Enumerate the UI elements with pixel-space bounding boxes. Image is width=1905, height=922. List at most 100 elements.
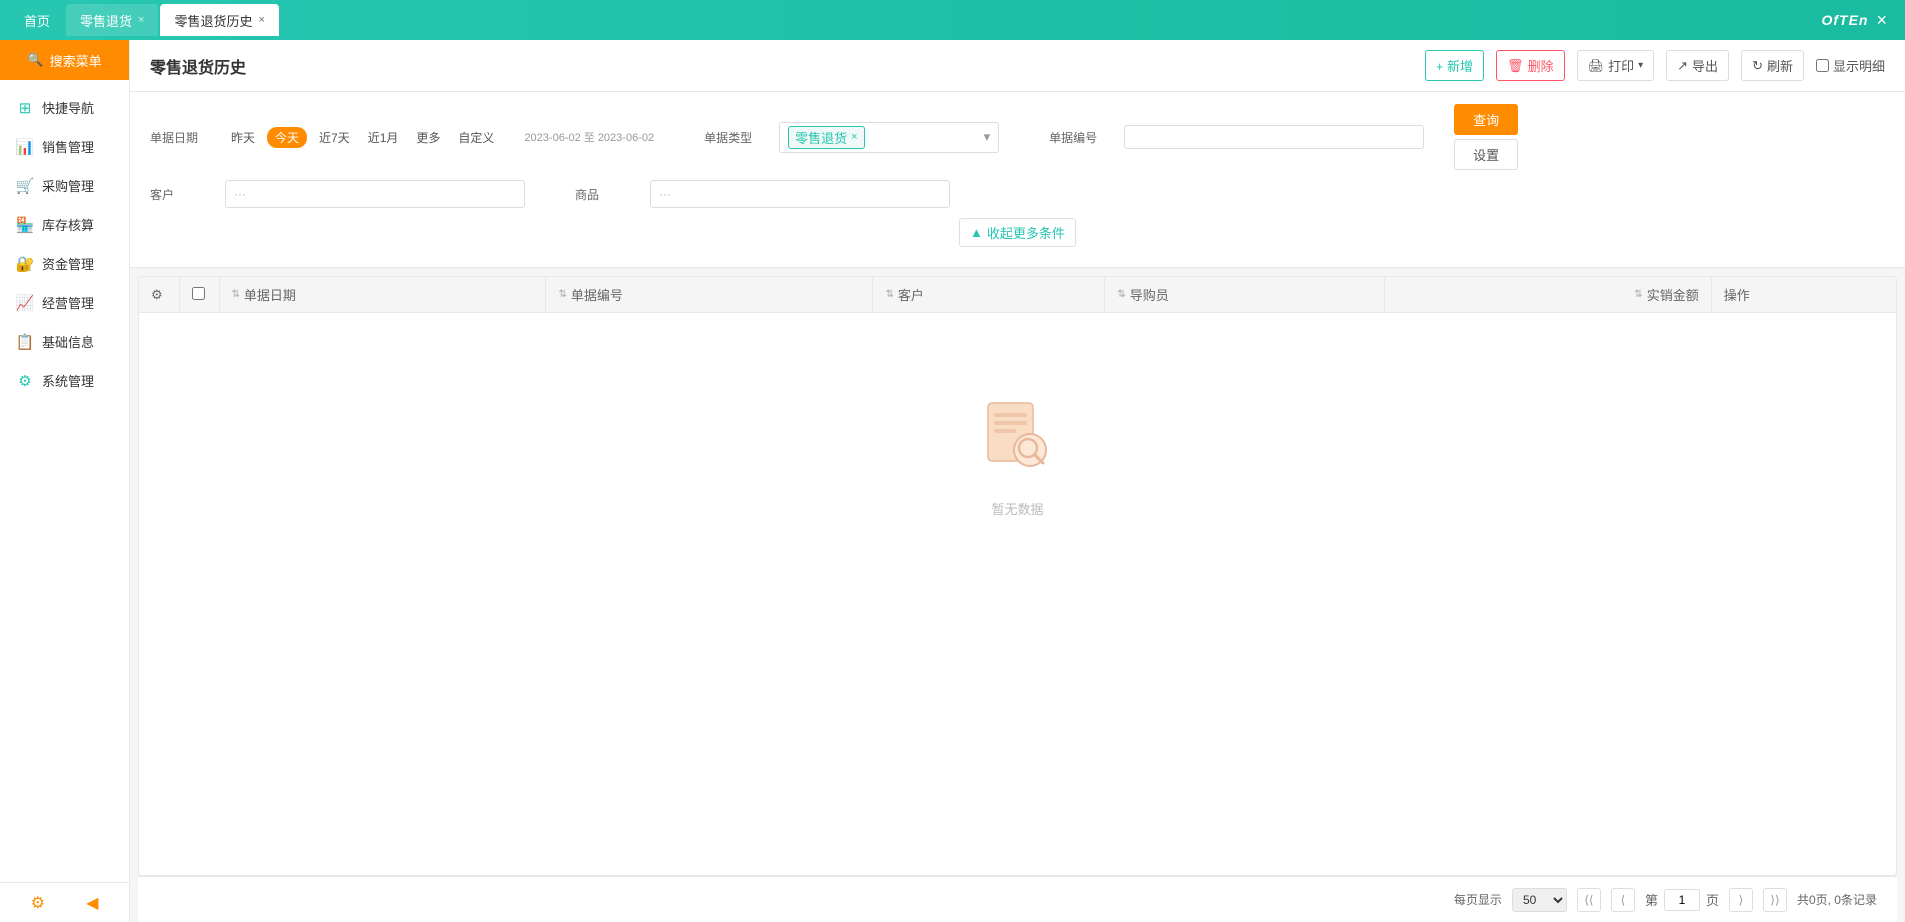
system-mgmt-icon: ⚙: [16, 372, 34, 390]
tab-retail-return[interactable]: 零售退货 ×: [66, 4, 158, 36]
sidebar-search-label: 搜索菜单: [50, 51, 102, 70]
export-button-label: 导出: [1692, 56, 1718, 75]
delete-button-label: 删除: [1528, 56, 1554, 75]
col-customer[interactable]: ⇅ 客户: [873, 277, 1105, 313]
show-detail-checkbox-label[interactable]: 显示明细: [1816, 56, 1885, 75]
new-button[interactable]: + 新增: [1425, 50, 1484, 81]
sidebar-item-basic-info[interactable]: 📋 基础信息: [0, 322, 129, 361]
filter-area: 单据日期 昨天 今天 近7天 近1月 更多 自定义 2023-06-02 至 2…: [130, 92, 1905, 268]
page-prev-button[interactable]: ⟨: [1611, 888, 1635, 912]
col-amount-sort-icon: ⇅: [1634, 289, 1642, 300]
show-detail-checkbox[interactable]: [1816, 59, 1829, 72]
table-wrapper: ⚙ ⇅ 单据日期 ⇅: [138, 276, 1897, 876]
empty-state: 暂无数据: [139, 313, 1896, 598]
col-amount[interactable]: ⇅ 实销金额: [1384, 277, 1711, 313]
inventory-calc-icon: 🏪: [16, 216, 34, 234]
sidebar-item-label: 经营管理: [42, 293, 94, 312]
tab-home[interactable]: 首页: [10, 4, 64, 36]
refresh-button-label: 刷新: [1767, 56, 1793, 75]
operations-mgmt-icon: 📈: [16, 294, 34, 312]
sidebar-item-label: 基础信息: [42, 332, 94, 351]
empty-state-text: 暂无数据: [991, 499, 1043, 518]
query-button[interactable]: 查询: [1454, 104, 1518, 135]
page-number-input[interactable]: [1664, 889, 1700, 911]
bill-type-tag: 零售退货 ×: [788, 126, 864, 149]
empty-state-cell: 暂无数据: [139, 313, 1896, 599]
col-settings[interactable]: ⚙: [139, 277, 179, 313]
settings-button[interactable]: 设置: [1454, 139, 1518, 170]
brand-label: OfTEn: [1821, 12, 1868, 28]
settings-button-label: 设置: [1473, 145, 1499, 164]
tab-retail-return-close[interactable]: ×: [138, 14, 144, 26]
settings-col-icon: ⚙: [151, 287, 163, 302]
sidebar-item-sales-mgmt[interactable]: 📊 销售管理: [0, 127, 129, 166]
date-opt-7days[interactable]: 近7天: [313, 127, 356, 148]
date-opt-1month[interactable]: 近1月: [362, 127, 405, 148]
show-detail-label: 显示明细: [1833, 56, 1885, 75]
page-next-button[interactable]: ⟩: [1729, 888, 1753, 912]
page-size-select[interactable]: 50 10 20 100: [1512, 888, 1567, 912]
col-bill-no[interactable]: ⇅ 单据编号: [546, 277, 873, 313]
bill-type-tag-close[interactable]: ×: [851, 131, 857, 143]
tab-retail-return-history-close[interactable]: ×: [258, 14, 264, 26]
basic-info-icon: 📋: [16, 333, 34, 351]
collapse-sidebar-icon[interactable]: ◀: [86, 893, 98, 913]
bill-no-label: 单据编号: [1049, 129, 1104, 146]
sidebar-menu: ⊞ 快捷导航 📊 销售管理 🛒 采购管理 🏪 库存核算 🔐 资金管理 📈: [0, 80, 129, 882]
date-filter-label: 单据日期: [150, 129, 205, 146]
sidebar-item-label: 资金管理: [42, 254, 94, 273]
sidebar-item-quick-nav[interactable]: ⊞ 快捷导航: [0, 88, 129, 127]
page-size-label: 每页显示: [1454, 891, 1502, 908]
sidebar-item-label: 系统管理: [42, 371, 94, 390]
refresh-icon: ↻: [1752, 58, 1763, 74]
sidebar-item-operations-mgmt[interactable]: 📈 经营管理: [0, 283, 129, 322]
col-bill-date[interactable]: ⇅ 单据日期: [219, 277, 546, 313]
table-body: 暂无数据: [139, 313, 1896, 599]
col-customer-label: 客户: [898, 285, 924, 304]
date-opt-today[interactable]: 今天: [267, 127, 307, 148]
page-di-label: 第: [1645, 890, 1658, 909]
sidebar-item-label: 库存核算: [42, 215, 94, 234]
export-icon: ↗: [1677, 58, 1688, 74]
col-guide[interactable]: ⇅ 导购员: [1105, 277, 1384, 313]
filter-row-2: 客户 ··· 商品 ···: [150, 180, 1885, 208]
page-header: 零售退货历史 + 新增 🗑 删除 🖨 打印 ▾ ↗ 导出: [130, 40, 1905, 92]
sidebar-item-inventory-calc[interactable]: 🏪 库存核算: [0, 205, 129, 244]
goods-placeholder: ···: [659, 187, 671, 201]
print-icon: 🖨: [1588, 58, 1605, 74]
print-button[interactable]: 🖨 打印 ▾: [1577, 50, 1655, 81]
refresh-button[interactable]: ↻ 刷新: [1741, 50, 1804, 81]
tab-retail-return-label: 零售退货: [80, 11, 132, 30]
tab-retail-return-history[interactable]: 零售退货历史 ×: [160, 4, 278, 36]
export-button[interactable]: ↗ 导出: [1666, 50, 1729, 81]
window-close-button[interactable]: ×: [1868, 10, 1895, 31]
tab-home-label: 首页: [24, 11, 50, 30]
page-first-button[interactable]: ⟨⟨: [1577, 888, 1601, 912]
page-unit-label: 页: [1706, 890, 1719, 909]
settings-bottom-icon[interactable]: ⚙: [31, 893, 45, 913]
select-all-checkbox[interactable]: [192, 287, 205, 300]
delete-icon: 🗑: [1507, 58, 1524, 74]
bill-type-select[interactable]: 零售退货 × ▾: [779, 122, 999, 153]
collapse-filter-button[interactable]: ▲ 收起更多条件: [959, 218, 1076, 247]
main-layout: 🔍 搜索菜单 ⊞ 快捷导航 📊 销售管理 🛒 采购管理 🏪 库存核算 🔐: [0, 40, 1905, 922]
delete-button[interactable]: 🗑 删除: [1496, 50, 1565, 81]
date-opt-custom[interactable]: 自定义: [452, 127, 500, 148]
date-opt-yesterday[interactable]: 昨天: [225, 127, 261, 148]
sidebar-item-label: 快捷导航: [42, 98, 94, 117]
col-bill-no-label: 单据编号: [571, 285, 623, 304]
sidebar-item-purchase-mgmt[interactable]: 🛒 采购管理: [0, 166, 129, 205]
tab-retail-return-history-label: 零售退货历史: [174, 11, 252, 30]
goods-select[interactable]: ···: [650, 180, 950, 208]
date-opt-more[interactable]: 更多: [410, 127, 446, 148]
print-button-label: 打印: [1608, 56, 1634, 75]
customer-select[interactable]: ···: [225, 180, 525, 208]
bill-no-input[interactable]: [1124, 125, 1424, 149]
sidebar-item-finance-mgmt[interactable]: 🔐 资金管理: [0, 244, 129, 283]
col-checkbox[interactable]: [179, 277, 219, 313]
total-info: 共0页, 0条记录: [1797, 891, 1877, 908]
sidebar-item-system-mgmt[interactable]: ⚙ 系统管理: [0, 361, 129, 400]
page-last-button[interactable]: ⟩⟩: [1763, 888, 1787, 912]
sidebar-search-button[interactable]: 🔍 搜索菜单: [0, 40, 129, 80]
query-button-label: 查询: [1473, 110, 1499, 129]
